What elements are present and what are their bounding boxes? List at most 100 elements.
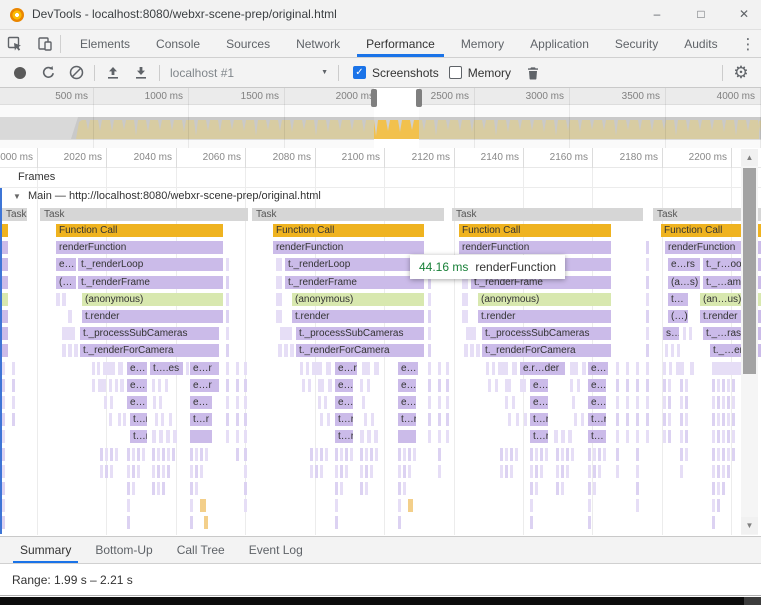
flame-fragment[interactable] bbox=[165, 379, 168, 392]
flame-fragment[interactable] bbox=[326, 362, 331, 375]
flame-fragment[interactable] bbox=[403, 482, 406, 495]
flame-fragment[interactable] bbox=[340, 482, 343, 495]
flame-fragment[interactable] bbox=[244, 465, 247, 478]
flame-fragment[interactable] bbox=[646, 379, 649, 392]
trash-icon[interactable] bbox=[519, 60, 547, 86]
flame-fragment[interactable] bbox=[120, 379, 124, 392]
clear-button[interactable] bbox=[62, 60, 90, 86]
scroll-up-button[interactable]: ▲ bbox=[741, 149, 758, 166]
flame-fragment[interactable] bbox=[636, 379, 639, 392]
task-header[interactable]: Task bbox=[40, 208, 248, 221]
flame-fragment[interactable] bbox=[98, 379, 106, 392]
flame-fragment[interactable] bbox=[328, 379, 332, 392]
flame-bar[interactable]: e… bbox=[335, 396, 353, 409]
flame-fragment[interactable] bbox=[663, 413, 666, 426]
flame-fragment[interactable] bbox=[470, 344, 474, 357]
flame-fragment[interactable] bbox=[350, 448, 353, 461]
flame-bar[interactable]: t…r bbox=[530, 413, 548, 426]
flame-fragment[interactable] bbox=[315, 465, 318, 478]
flame-fragment[interactable] bbox=[153, 396, 156, 409]
flame-fragment[interactable] bbox=[74, 344, 78, 357]
flame-fragment[interactable] bbox=[2, 379, 5, 392]
flame-fragment[interactable] bbox=[524, 413, 527, 426]
flame-fragment[interactable] bbox=[335, 482, 338, 495]
flame-fragment[interactable] bbox=[464, 344, 468, 357]
flame-fragment[interactable] bbox=[244, 448, 247, 461]
flame-fragment[interactable] bbox=[510, 465, 513, 478]
flame-fragment[interactable] bbox=[105, 465, 108, 478]
flame-fragment[interactable] bbox=[398, 448, 401, 461]
flame-fragment[interactable] bbox=[561, 448, 564, 461]
flame-fragment[interactable] bbox=[428, 430, 431, 443]
flame-fragment[interactable] bbox=[646, 241, 649, 254]
flame-bar[interactable]: e… bbox=[530, 396, 548, 409]
flame-fragment[interactable] bbox=[535, 482, 538, 495]
screenshots-checkbox[interactable]: ✓ Screenshots bbox=[353, 66, 439, 80]
flame-fragment[interactable] bbox=[505, 379, 511, 392]
main-track-header[interactable]: ▼ Main — http://localhost:8080/webxr-sce… bbox=[0, 188, 761, 206]
flame-fragment[interactable] bbox=[127, 516, 130, 529]
flame-fragment[interactable] bbox=[236, 430, 239, 443]
flame-fragment[interactable] bbox=[226, 276, 229, 289]
flame-fragment[interactable] bbox=[636, 465, 639, 478]
flame-fragment[interactable] bbox=[127, 448, 130, 461]
flame-fragment[interactable] bbox=[581, 413, 584, 426]
flame-fragment[interactable] bbox=[100, 465, 103, 478]
flame-bar[interactable]: t._renderForCamera bbox=[296, 344, 424, 357]
flame-fragment[interactable] bbox=[205, 448, 208, 461]
reload-and-profile-button[interactable] bbox=[34, 60, 62, 86]
minimize-button[interactable]: – bbox=[640, 0, 674, 29]
flame-fragment[interactable] bbox=[244, 396, 247, 409]
flame-fragment[interactable] bbox=[663, 430, 666, 443]
flame-fragment[interactable] bbox=[132, 465, 135, 478]
flame-fragment[interactable] bbox=[616, 379, 619, 392]
flame-fragment[interactable] bbox=[588, 465, 591, 478]
flame-fragment[interactable] bbox=[727, 396, 730, 409]
flame-fragment[interactable] bbox=[109, 379, 112, 392]
scroll-down-button[interactable]: ▼ bbox=[741, 517, 758, 534]
flame-fragment[interactable] bbox=[588, 499, 591, 512]
flame-bar[interactable]: t.render bbox=[478, 310, 611, 323]
flame-fragment[interactable] bbox=[668, 396, 671, 409]
flame-fragment[interactable] bbox=[561, 430, 565, 443]
flame-fragment[interactable] bbox=[616, 448, 619, 461]
flame-fragment[interactable] bbox=[200, 499, 206, 512]
tab-console[interactable]: Console bbox=[143, 30, 213, 57]
flame-fragment[interactable] bbox=[428, 413, 431, 426]
flame-fragment[interactable] bbox=[685, 413, 688, 426]
flame-fragment[interactable] bbox=[320, 413, 323, 426]
flame-fragment[interactable] bbox=[360, 430, 364, 443]
flame-fragment[interactable] bbox=[566, 448, 569, 461]
flame-bar[interactable]: t…r bbox=[335, 413, 353, 426]
flame-fragment[interactable] bbox=[413, 448, 416, 461]
flame-bar[interactable]: e… bbox=[398, 379, 416, 392]
flame-fragment[interactable] bbox=[158, 379, 161, 392]
flame-fragment[interactable] bbox=[466, 327, 476, 340]
flame-fragment[interactable] bbox=[530, 482, 533, 495]
flame-bar[interactable]: t._renderFrame bbox=[285, 276, 424, 289]
flame-fragment[interactable] bbox=[110, 396, 113, 409]
flame-fragment[interactable] bbox=[190, 430, 212, 443]
flame-fragment[interactable] bbox=[162, 482, 165, 495]
tab-event-log[interactable]: Event Log bbox=[242, 537, 310, 563]
flame-fragment[interactable] bbox=[360, 482, 363, 495]
flame-fragment[interactable] bbox=[280, 327, 292, 340]
flame-fragment[interactable] bbox=[12, 379, 15, 392]
flame-fragment[interactable] bbox=[110, 465, 113, 478]
flame-fragment[interactable] bbox=[236, 362, 239, 375]
flame-fragment[interactable] bbox=[616, 362, 619, 375]
flame-fragment[interactable] bbox=[665, 344, 668, 357]
flame-fragment[interactable] bbox=[327, 413, 330, 426]
flame-fragment[interactable] bbox=[669, 362, 672, 375]
flame-fragment[interactable] bbox=[568, 430, 572, 443]
flame-fragment[interactable] bbox=[438, 465, 441, 478]
flame-fragment[interactable] bbox=[712, 413, 715, 426]
memory-checkbox[interactable]: Memory bbox=[448, 66, 511, 80]
flame-fragment[interactable] bbox=[132, 448, 135, 461]
flame-bar[interactable]: t…r bbox=[588, 413, 606, 426]
flame-fragment[interactable] bbox=[663, 396, 666, 409]
flame-fragment[interactable] bbox=[561, 465, 564, 478]
flame-fragment[interactable] bbox=[190, 448, 193, 461]
flame-fragment[interactable] bbox=[403, 465, 406, 478]
flame-bar[interactable]: t…r bbox=[530, 430, 548, 443]
